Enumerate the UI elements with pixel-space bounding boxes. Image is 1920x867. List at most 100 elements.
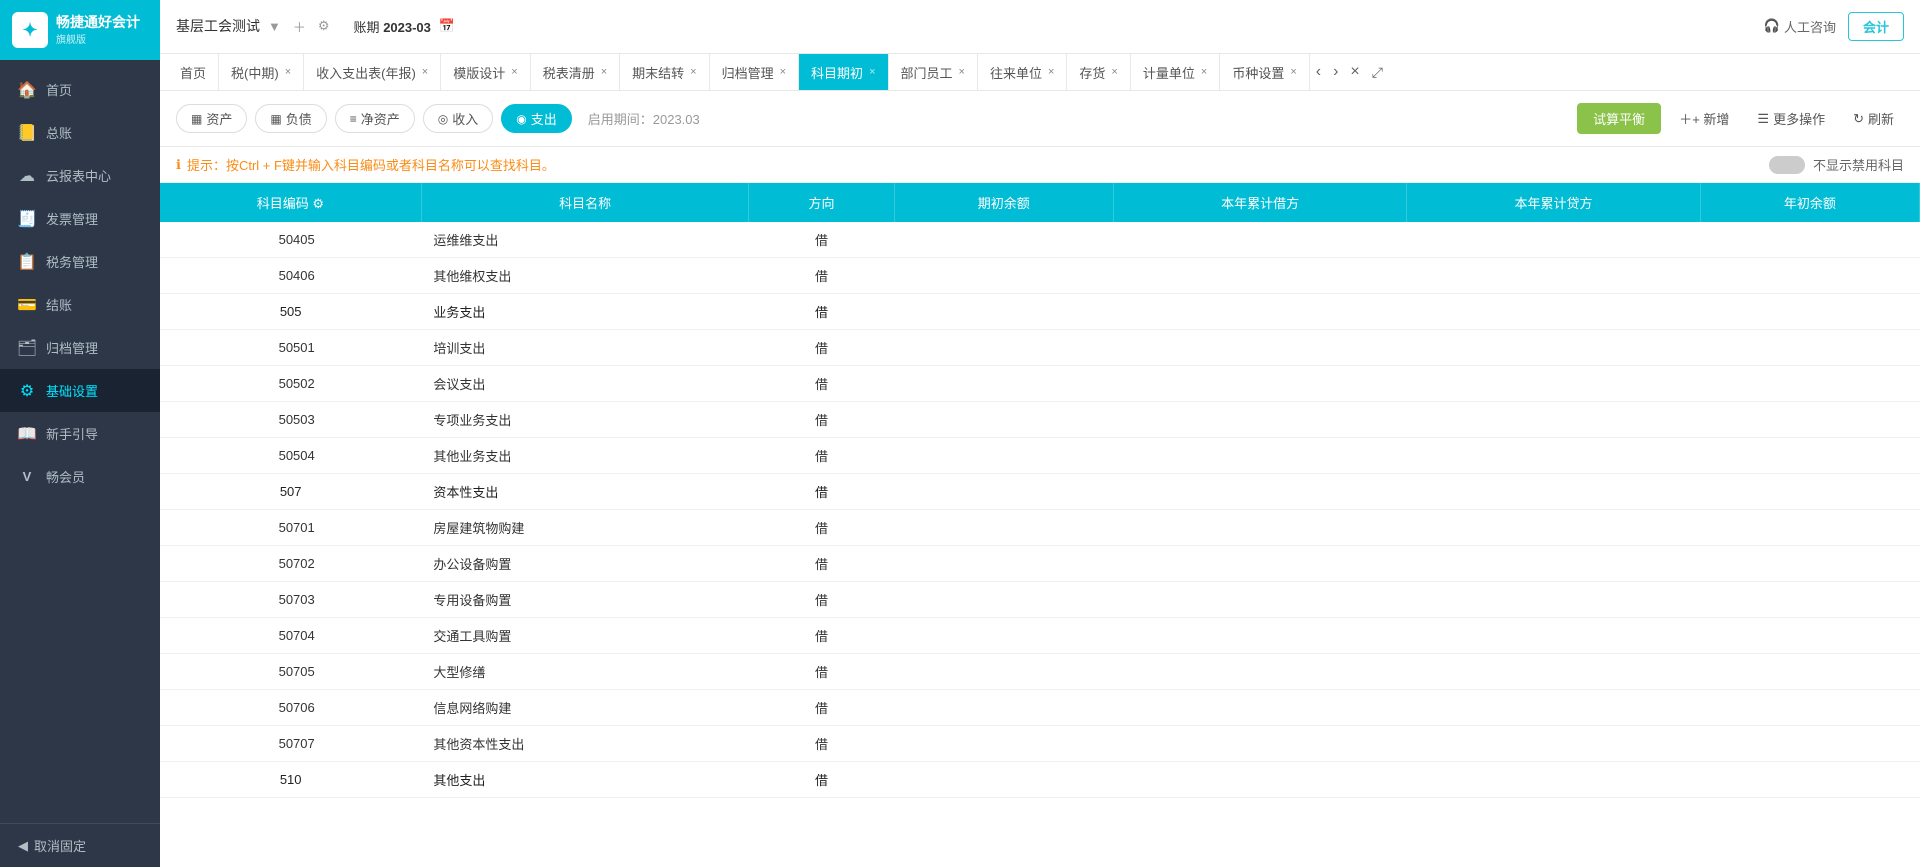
table-row[interactable]: 50406其他维权支出借 <box>160 258 1920 294</box>
table-row[interactable]: 507资本性支出借 <box>160 474 1920 510</box>
table-row[interactable]: 50702办公设备购置借 <box>160 546 1920 582</box>
tab-income-annual[interactable]: 收入支出表(年报) × <box>304 54 441 92</box>
calc-balance-btn[interactable]: 试算平衡 <box>1577 103 1661 134</box>
cell-ytd-debit <box>1113 258 1406 294</box>
cell-ytd-credit <box>1407 546 1700 582</box>
cell-opening-balance <box>894 546 1113 582</box>
table-row[interactable]: 505业务支出借 <box>160 294 1920 330</box>
cell-code: 505 <box>160 294 421 330</box>
tab-currency[interactable]: 币种设置 × <box>1220 54 1309 92</box>
sidebar-item-archive[interactable]: 🗂 归档管理 <box>0 326 160 369</box>
account-role-btn[interactable]: 会计 <box>1848 12 1904 41</box>
table-row[interactable]: 50701房屋建筑物购建借 <box>160 510 1920 546</box>
cell-direction: 借 <box>749 762 894 798</box>
col-settings-icon[interactable]: ⚙ <box>312 196 324 211</box>
sidebar-item-home[interactable]: 🏠 首页 <box>0 68 160 111</box>
tab-close-units[interactable]: × <box>1048 66 1054 78</box>
cat-btn-liabilities[interactable]: ▦ 负债 <box>255 104 326 133</box>
tab-close-dept-staff[interactable]: × <box>959 66 965 78</box>
table-row[interactable]: 50504其他业务支出借 <box>160 438 1920 474</box>
cat-btn-net-assets[interactable]: ≡ 净资产 <box>335 104 415 133</box>
tab-close-template-design[interactable]: × <box>511 66 517 78</box>
sidebar-collapse-btn[interactable]: ◀ 取消固定 <box>0 823 160 867</box>
table-row[interactable]: 50503专项业务支出借 <box>160 402 1920 438</box>
cell-ytd-debit <box>1113 690 1406 726</box>
logo-icon: ✦ <box>12 12 48 48</box>
table-row[interactable]: 50501培训支出借 <box>160 330 1920 366</box>
cell-ytd-debit <box>1113 438 1406 474</box>
calendar-icon[interactable]: 📅 <box>439 18 455 34</box>
tip-text: ℹ 提示：按Ctrl + F键并输入科目编码或者科目名称可以查找科目。 <box>176 155 555 174</box>
cell-ytd-debit <box>1113 762 1406 798</box>
cell-code: 50405 <box>160 222 421 258</box>
tab-inventory[interactable]: 存货 × <box>1067 54 1130 92</box>
sidebar-item-ledger[interactable]: 📒 总账 <box>0 111 160 154</box>
table-row[interactable]: 50405运维维支出借 <box>160 222 1920 258</box>
table-row[interactable]: 510其他支出借 <box>160 762 1920 798</box>
tab-nav-prev[interactable]: ‹ <box>1310 63 1327 81</box>
tab-dept-staff[interactable]: 部门员工 × <box>889 54 978 92</box>
sidebar-label-home: 首页 <box>46 80 72 99</box>
cell-direction: 借 <box>749 726 894 762</box>
tab-tax-table[interactable]: 税表清册 × <box>531 54 620 92</box>
table-row[interactable]: 50705大型修缮借 <box>160 654 1920 690</box>
table-row[interactable]: 50502会议支出借 <box>160 366 1920 402</box>
tab-close-tax-table[interactable]: × <box>601 66 607 78</box>
company-dropdown-icon[interactable]: ▼ <box>268 19 281 34</box>
net-assets-icon: ≡ <box>350 112 357 126</box>
tab-nav-next[interactable]: › <box>1327 63 1344 81</box>
arrow-left-icon: ◀ <box>18 838 28 854</box>
settings-btn[interactable]: ⚙ <box>318 18 330 34</box>
sidebar-item-guide[interactable]: 📖 新手引导 <box>0 412 160 455</box>
cat-btn-assets[interactable]: ▦ 资产 <box>176 104 247 133</box>
cat-btn-income[interactable]: ◎ 收入 <box>423 104 494 133</box>
tab-tax-mid[interactable]: 税(中期) × <box>219 54 304 92</box>
cell-ytd-credit <box>1407 438 1700 474</box>
tab-close-tax-mid[interactable]: × <box>285 66 291 78</box>
cell-opening-balance <box>894 726 1113 762</box>
income-icon: ◎ <box>438 112 448 126</box>
tab-close-currency[interactable]: × <box>1290 66 1296 78</box>
tab-units[interactable]: 往来单位 × <box>978 54 1067 92</box>
sidebar-item-cloud-report[interactable]: ☁ 云报表中心 <box>0 154 160 197</box>
more-operations-btn[interactable]: ☰ 更多操作 <box>1747 105 1835 132</box>
tip-toggle[interactable]: 不显示禁用科目 <box>1769 155 1904 174</box>
table-row[interactable]: 50707其他资本性支出借 <box>160 726 1920 762</box>
add-company-btn[interactable]: ＋ <box>293 17 306 36</box>
tab-close-period-end[interactable]: × <box>690 66 696 78</box>
sidebar-item-close-account[interactable]: 💳 结账 <box>0 283 160 326</box>
tab-close-inventory[interactable]: × <box>1111 66 1117 78</box>
sidebar-item-basic-settings[interactable]: ⚙ 基础设置 <box>0 369 160 412</box>
ledger-icon: 📒 <box>18 124 36 142</box>
tab-close-archive[interactable]: × <box>780 66 786 78</box>
col-direction: 方向 <box>749 183 894 222</box>
tab-close-subject-init[interactable]: × <box>869 66 875 78</box>
tab-template-design[interactable]: 模版设计 × <box>441 54 530 92</box>
sidebar-item-invoice[interactable]: 🧾 发票管理 <box>0 197 160 240</box>
support-btn[interactable]: 🎧 人工咨询 <box>1764 17 1836 36</box>
tab-unit-measure[interactable]: 计量单位 × <box>1131 54 1220 92</box>
toggle-disable-accounts[interactable] <box>1769 156 1805 174</box>
cell-opening-balance <box>894 510 1113 546</box>
tab-bar: 首页 税(中期) × 收入支出表(年报) × 模版设计 × 税表清册 × 期末结… <box>160 54 1920 92</box>
tab-period-end[interactable]: 期末结转 × <box>620 54 709 92</box>
cell-ytd-credit <box>1407 474 1700 510</box>
table-row[interactable]: 50703专用设备购置借 <box>160 582 1920 618</box>
sidebar-item-tax[interactable]: 📋 税务管理 <box>0 240 160 283</box>
tab-close-income-annual[interactable]: × <box>422 66 428 78</box>
invoice-icon: 🧾 <box>18 210 36 228</box>
col-opening-balance: 期初余额 <box>894 183 1113 222</box>
cat-btn-expense[interactable]: ◉ 支出 <box>501 104 572 133</box>
table-row[interactable]: 50704交通工具购置借 <box>160 618 1920 654</box>
sidebar-item-member[interactable]: V 畅会员 <box>0 455 160 498</box>
add-btn[interactable]: ＋ + 新增 <box>1669 105 1739 132</box>
table-row[interactable]: 50706信息网络购建借 <box>160 690 1920 726</box>
tab-close-unit-measure[interactable]: × <box>1201 66 1207 78</box>
cell-name: 信息网络购建 <box>421 690 749 726</box>
tab-expand-btn[interactable]: ⤢ <box>1366 64 1389 81</box>
tab-subject-init[interactable]: 科目期初 × <box>799 54 888 92</box>
tab-archive[interactable]: 归档管理 × <box>710 54 799 92</box>
tab-home[interactable]: 首页 <box>168 54 219 92</box>
tab-close-all-btn[interactable]: × <box>1344 63 1365 81</box>
refresh-btn[interactable]: ↻ 刷新 <box>1843 105 1904 132</box>
